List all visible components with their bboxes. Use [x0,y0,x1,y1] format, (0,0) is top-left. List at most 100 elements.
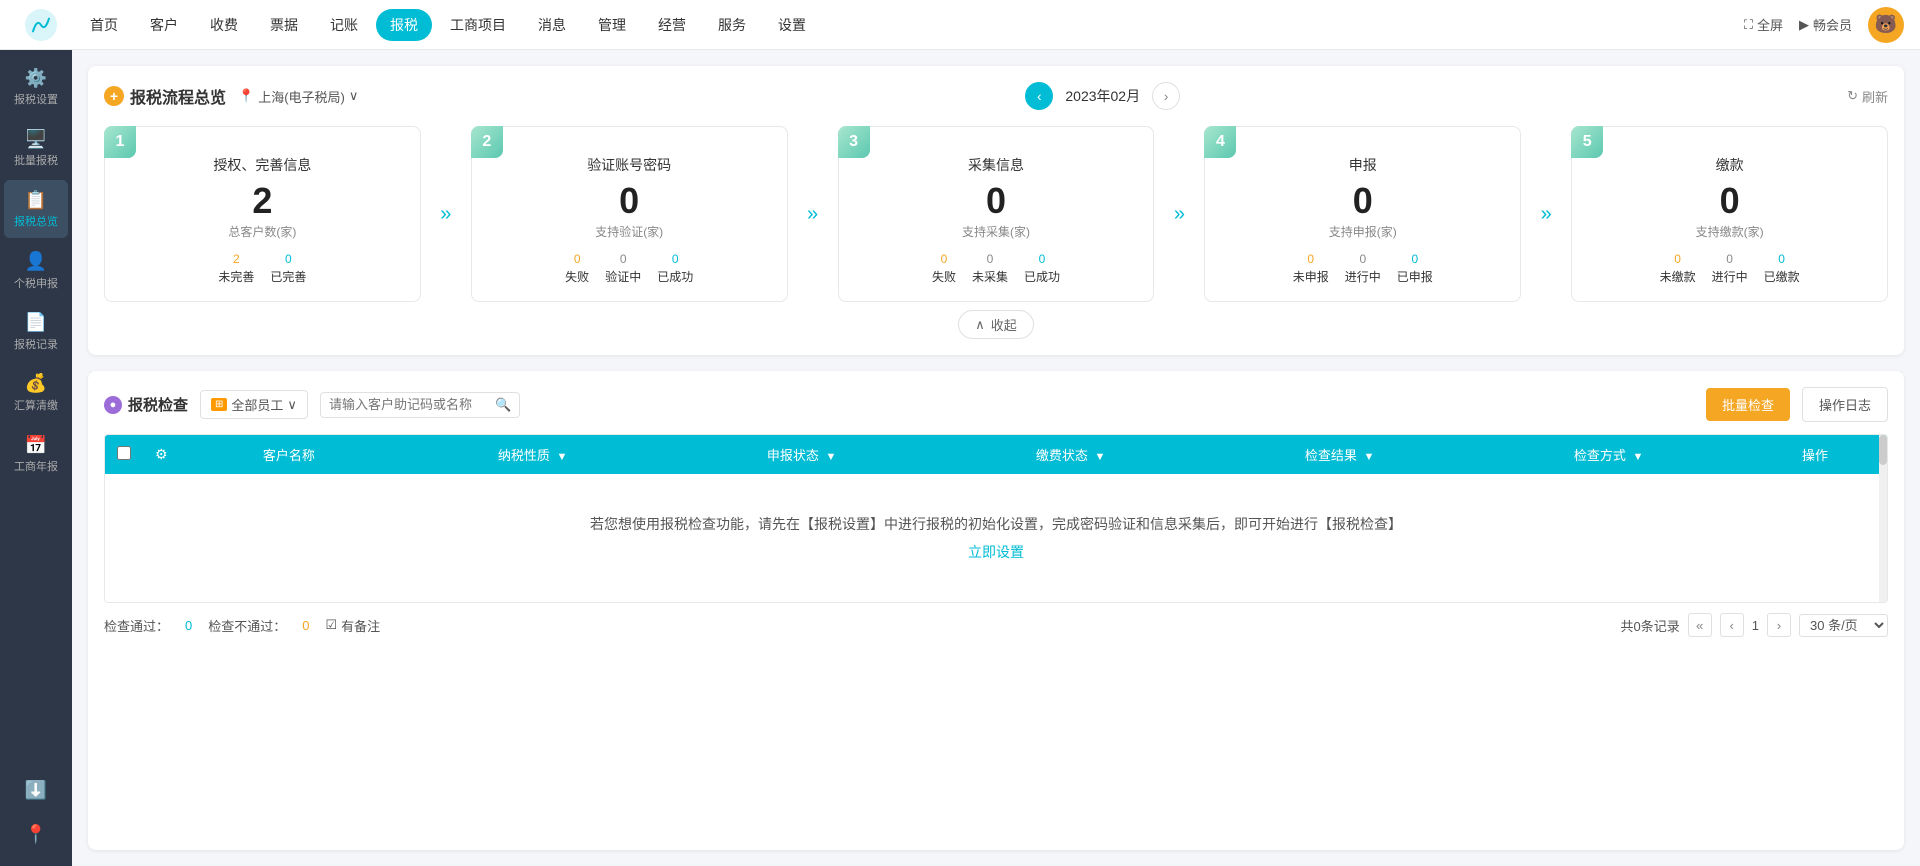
stat-val-incomplete[interactable]: 2 [233,252,240,266]
nav-operation[interactable]: 经营 [644,9,700,41]
download-icon: ⬇️ [24,778,48,802]
sidebar-item-download[interactable]: ⬇️ [4,770,68,810]
nav-service[interactable]: 服务 [704,9,760,41]
sidebar-item-bulk-tax[interactable]: 🖥️ 批量报税 [4,119,68,176]
stat-val-inprogress-5[interactable]: 0 [1726,252,1733,266]
location-badge[interactable]: 📍 上海(电子税局) ∨ [238,87,358,106]
stat-val-complete[interactable]: 0 [285,252,292,266]
sidebar-item-location[interactable]: 📍 [4,814,68,854]
sidebar-item-tax-settings[interactable]: ⚙️ 报税设置 [4,58,68,115]
pay-status-filter-icon[interactable]: ▼ [1095,451,1106,463]
app-logo[interactable] [16,0,66,50]
nav-fee[interactable]: 收费 [196,9,252,41]
sidebar-item-personal-tax[interactable]: 👤 个税申报 [4,242,68,299]
refresh-icon: ↻ [1847,88,1858,104]
personal-tax-icon: 👤 [24,250,48,274]
staff-filter-chevron-icon: ∨ [287,397,297,413]
nav-home[interactable]: 首页 [76,9,132,41]
setup-link[interactable]: 立即设置 [968,542,1024,562]
stat-label-verifying-2: 验证中 [605,268,641,285]
stat-success-3: 0 已成功 [1024,252,1060,285]
nav-manage[interactable]: 管理 [584,9,640,41]
stat-label-incomplete: 未完善 [218,268,254,285]
bulk-check-button[interactable]: 批量检查 [1706,388,1790,421]
th-client-name: 客户名称 [180,435,399,474]
first-page-button[interactable]: « [1688,613,1712,637]
staff-filter-dropdown[interactable]: ⊞ 全部员工 ∨ [200,390,308,419]
fullscreen-icon: ⛶ [1744,17,1753,33]
stat-val-uncollected-3[interactable]: 0 [987,252,994,266]
search-input[interactable] [329,397,489,412]
stat-val-fail-2[interactable]: 0 [574,252,581,266]
stat-val-verifying-2[interactable]: 0 [620,252,627,266]
nav-settings[interactable]: 设置 [764,9,820,41]
tax-check-section: ● 报税检查 ⊞ 全部员工 ∨ 🔍 批量检查 操作日志 [88,371,1904,850]
stat-val-inprogress-4[interactable]: 0 [1359,252,1366,266]
sidebar-item-annual-report[interactable]: 📅 工商年报 [4,425,68,482]
tax-settings-icon: ⚙️ [24,66,48,90]
prev-page-button[interactable]: ‹ [1720,613,1744,637]
nav-message[interactable]: 消息 [524,9,580,41]
search-icon[interactable]: 🔍 [495,397,511,413]
fullscreen-action[interactable]: ⛶ 全屏 [1744,15,1783,34]
flow-cards: 1 授权、完善信息 2 总客户数(家) 2 未完善 0 已完善 [104,126,1888,302]
stat-val-fail-3[interactable]: 0 [941,252,948,266]
sidebar-item-tax-record[interactable]: 📄 报税记录 [4,303,68,360]
stat-val-paid-5[interactable]: 0 [1778,252,1785,266]
stat-val-success-2[interactable]: 0 [672,252,679,266]
nav-tax[interactable]: 报税 [376,9,432,41]
card-stats-1: 2 未完善 0 已完善 [218,252,306,285]
declare-status-filter-icon[interactable]: ▼ [826,451,837,463]
refresh-button[interactable]: ↻ 刷新 [1847,87,1888,106]
overview-title-text: 报税流程总览 [130,84,226,108]
sidebar-label-annual-report: 工商年报 [14,461,58,474]
member-action[interactable]: ▶ 畅会员 [1799,15,1852,34]
table-footer: 检查通过： 0 检查不通过： 0 ☑ 有备注 共0条记录 « ‹ 1 › 30 … [104,613,1888,637]
check-method-filter-icon[interactable]: ▼ [1632,451,1643,463]
scrollbar-track[interactable] [1879,435,1887,602]
nav-business[interactable]: 工商项目 [436,9,520,41]
check-result-filter-icon[interactable]: ▼ [1363,451,1374,463]
prev-month-button[interactable]: ‹ [1025,82,1053,110]
pass-value[interactable]: 0 [185,618,192,633]
stat-val-success-3[interactable]: 0 [1039,252,1046,266]
sidebar-bottom: ⬇️ 📍 [4,770,68,866]
page-size-select[interactable]: 30 条/页 50 条/页 100 条/页 [1799,614,1888,637]
card-subtitle-5: 支持缴款(家) [1696,223,1764,240]
bulk-tax-icon: 🖥️ [24,127,48,151]
sidebar-item-tax-overview[interactable]: 📋 报税总览 [4,180,68,237]
arrow-2: » [788,203,838,226]
card-title-4: 申报 [1349,155,1377,175]
stat-val-undeclared-4[interactable]: 0 [1307,252,1314,266]
flow-card-auth: 1 授权、完善信息 2 总客户数(家) 2 未完善 0 已完善 [104,126,421,302]
op-log-button[interactable]: 操作日志 [1802,387,1888,422]
card-subtitle-4: 支持申报(家) [1329,223,1397,240]
plus-icon: + [104,86,124,106]
avatar[interactable]: 🐻 [1868,7,1904,43]
tax-nature-filter-icon[interactable]: ▼ [557,451,568,463]
stat-label-inprogress-4: 进行中 [1345,268,1381,285]
empty-message: 若您想使用报税检查功能，请先在【报税设置】中进行报税的初始化设置，完成密码验证和… [590,514,1402,534]
stat-success-2: 0 已成功 [657,252,693,285]
select-all-checkbox[interactable] [117,446,131,460]
nav-client[interactable]: 客户 [136,9,192,41]
fail-value[interactable]: 0 [302,618,309,633]
stat-val-unpaid-5[interactable]: 0 [1674,252,1681,266]
stat-val-declared-4[interactable]: 0 [1411,252,1418,266]
nav-accounting[interactable]: 记账 [316,9,372,41]
note-icon: ☑ [326,617,338,633]
card-number-4: 0 [1353,183,1373,219]
card-number-3: 0 [986,183,1006,219]
settings-gear-icon[interactable]: ⚙ [155,446,168,462]
arrow-1: » [421,203,471,226]
th-pay-status: 缴费状态 ▼ [936,435,1205,474]
next-month-button[interactable]: › [1152,82,1180,110]
collapse-button[interactable]: ∧ 收起 [958,310,1034,339]
note-item: ☑ 有备注 [326,616,381,635]
next-page-button[interactable]: › [1767,613,1791,637]
main-layout: ⚙️ 报税设置 🖥️ 批量报税 📋 报税总览 👤 个税申报 📄 报税记录 💰 汇… [0,50,1920,866]
location-icon: 📍 [24,822,48,846]
nav-invoice[interactable]: 票据 [256,9,312,41]
sidebar-item-settlement[interactable]: 💰 汇算清缴 [4,364,68,421]
th-checkbox [105,435,143,474]
